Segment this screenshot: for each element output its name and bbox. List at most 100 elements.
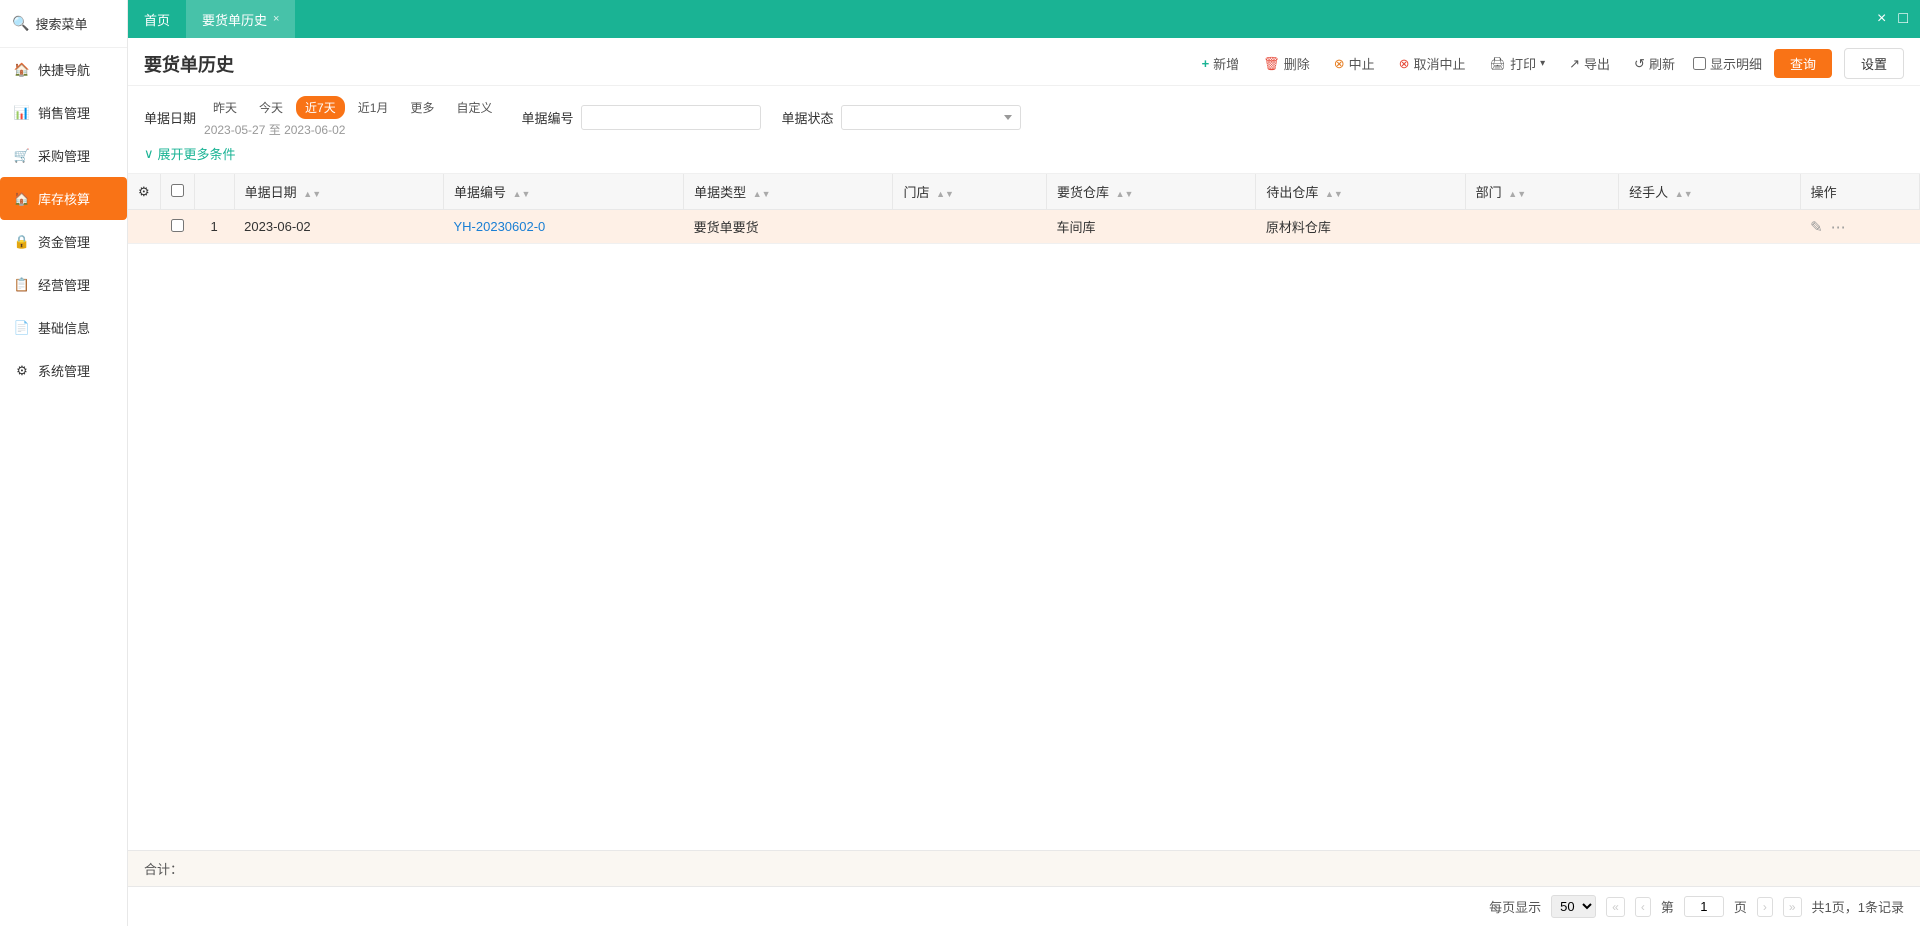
doc-no-link[interactable]: YH-20230602-0 (454, 219, 546, 234)
col-handler: 经手人 ▲▼ (1619, 174, 1800, 210)
sort-store-icon[interactable]: ▲▼ (936, 190, 954, 199)
sidebar-item-label: 快捷导航 (38, 60, 90, 79)
tab-home[interactable]: 首页 (128, 0, 186, 38)
expand-more-label: 展开更多条件 (158, 144, 236, 163)
col-doc-type: 单据类型 ▲▼ (684, 174, 893, 210)
date-range-display: 2023-05-27 至 2023-06-02 (204, 121, 501, 138)
row-doc-no[interactable]: YH-20230602-0 (444, 210, 684, 244)
col-date: 单据日期 ▲▼ (234, 174, 443, 210)
sort-dept-icon[interactable]: ▲▼ (1508, 190, 1526, 199)
sidebar-item-label: 采购管理 (38, 146, 90, 165)
maximize-icon[interactable]: □ (1898, 10, 1908, 28)
sort-doctype-icon[interactable]: ▲▼ (753, 190, 771, 199)
cancel-stop-button[interactable]: ⊗ 取消中止 (1393, 51, 1472, 76)
date-btn-yesterday[interactable]: 昨天 (204, 96, 246, 119)
total-label: 合计： (144, 859, 183, 878)
prev-page-btn[interactable]: ‹ (1635, 897, 1651, 917)
delete-icon: 🗑 (1263, 56, 1280, 72)
sidebar-item-label: 销售管理 (38, 103, 90, 122)
new-button[interactable]: + 新增 (1196, 51, 1246, 76)
table-footer: 合计： (128, 850, 1920, 886)
col-checkbox[interactable] (160, 174, 194, 210)
data-table: ⚙ 单据日期 ▲▼ 单据编号 ▲▼ (128, 174, 1920, 244)
date-btn-today[interactable]: 今天 (250, 96, 292, 119)
show-detail-toggle[interactable]: 显示明细 (1693, 54, 1762, 73)
sidebar-item-finance[interactable]: 🔒 资金管理 (0, 220, 127, 263)
table-row: 1 2023-06-02 YH-20230602-0 要货单要货 车间库 原材料… (128, 210, 1920, 244)
tab-requisition-history[interactable]: 要货单历史 × (186, 0, 295, 38)
tab-requisition-label: 要货单历史 (202, 10, 267, 29)
tab-bar: 首页 要货单历史 × × □ (128, 0, 1920, 38)
sidebar: 🔍 搜索菜单 🏠 快捷导航 📊 销售管理 🛒 采购管理 🏠 库存核算 🔒 资金管… (0, 0, 128, 926)
row-checkbox[interactable] (171, 219, 184, 232)
sort-date-icon[interactable]: ▲▼ (303, 190, 321, 199)
tab-bar-right: × □ (1877, 0, 1920, 38)
last-page-btn[interactable]: » (1783, 897, 1802, 917)
table-header-row: ⚙ 单据日期 ▲▼ 单据编号 ▲▼ (128, 174, 1920, 210)
col-settings[interactable]: ⚙ (128, 174, 160, 210)
doc-no-input[interactable] (581, 105, 761, 130)
sort-reqwh-icon[interactable]: ▲▼ (1116, 190, 1134, 199)
sidebar-item-system[interactable]: ⚙ 系统管理 (0, 349, 127, 392)
sidebar-item-basic[interactable]: 📄 基础信息 (0, 306, 127, 349)
col-dest-warehouse: 待出仓库 ▲▼ (1256, 174, 1465, 210)
row-edit-icon[interactable]: ✎ (1810, 218, 1823, 236)
tab-close-icon[interactable]: × (273, 13, 279, 25)
date-btn-group: 昨天 今天 近7天 近1月 更多 自定义 (204, 96, 501, 119)
date-btn-1month[interactable]: 近1月 (349, 96, 398, 119)
next-page-btn[interactable]: › (1757, 897, 1773, 917)
page-header: 要货单历史 + 新增 🗑 删除 ⊗ 中止 ⊗ 取消中止 (128, 38, 1920, 86)
col-department: 部门 ▲▼ (1465, 174, 1619, 210)
tab-home-label: 首页 (144, 10, 170, 29)
settings-col-icon: ⚙ (138, 184, 150, 199)
refresh-button[interactable]: ↺ 刷新 (1628, 51, 1681, 76)
first-page-btn[interactable]: « (1606, 897, 1625, 917)
status-select[interactable] (841, 105, 1021, 130)
date-btn-more[interactable]: 更多 (401, 96, 443, 119)
stop-button[interactable]: ⊗ 中止 (1328, 51, 1381, 76)
sort-destwh-icon[interactable]: ▲▼ (1325, 190, 1343, 199)
page-input[interactable] (1684, 896, 1724, 917)
sidebar-item-home[interactable]: 🏠 快捷导航 (0, 48, 127, 91)
sort-handler-icon[interactable]: ▲▼ (1675, 190, 1693, 199)
export-button[interactable]: ↗ 导出 (1563, 51, 1616, 76)
date-buttons: 昨天 今天 近7天 近1月 更多 自定义 2023-05-27 至 2023-0… (204, 96, 501, 138)
refresh-label: 刷新 (1649, 54, 1675, 73)
sort-docno-icon[interactable]: ▲▼ (513, 190, 531, 199)
sidebar-item-inventory[interactable]: 🏠 库存核算 (0, 177, 127, 220)
row-more-icon[interactable]: ⋯ (1831, 218, 1846, 236)
toolbar: + 新增 🗑 删除 ⊗ 中止 ⊗ 取消中止 🖨 打印 (1196, 48, 1904, 79)
print-label: 打印 (1510, 54, 1536, 73)
cancel-stop-label: 取消中止 (1414, 54, 1466, 73)
sidebar-search[interactable]: 🔍 搜索菜单 (0, 0, 127, 48)
show-detail-checkbox-input[interactable] (1693, 57, 1706, 70)
sidebar-item-label: 资金管理 (38, 232, 90, 251)
row-doc-type: 要货单要货 (684, 210, 893, 244)
date-btn-custom[interactable]: 自定义 (447, 96, 501, 119)
settings-button[interactable]: 设置 (1844, 48, 1904, 79)
status-label: 单据状态 (781, 108, 833, 127)
row-num: 1 (194, 210, 234, 244)
row-req-warehouse: 车间库 (1046, 210, 1255, 244)
delete-button[interactable]: 🗑 删除 (1257, 51, 1316, 76)
select-all-checkbox[interactable] (171, 184, 184, 197)
col-store: 门店 ▲▼ (893, 174, 1047, 210)
close-window-icon[interactable]: × (1877, 10, 1886, 28)
system-icon: ⚙ (14, 363, 30, 379)
sidebar-item-operation[interactable]: 📋 经营管理 (0, 263, 127, 306)
sales-icon: 📊 (14, 105, 30, 121)
basic-icon: 📄 (14, 320, 30, 336)
home-icon: 🏠 (14, 62, 30, 78)
sidebar-item-label: 库存核算 (38, 189, 90, 208)
sidebar-item-sales[interactable]: 📊 销售管理 (0, 91, 127, 134)
query-button[interactable]: 查询 (1774, 49, 1832, 78)
sidebar-item-purchase[interactable]: 🛒 采购管理 (0, 134, 127, 177)
per-page-select[interactable]: 50 (1551, 895, 1596, 918)
date-filter-label: 单据日期 (144, 108, 196, 127)
expand-more-btn[interactable]: ∨ 展开更多条件 (144, 144, 1904, 163)
row-checkbox-col[interactable] (160, 210, 194, 244)
inventory-icon: 🏠 (14, 191, 30, 207)
print-button[interactable]: 🖨 打印 ▾ (1484, 51, 1552, 76)
print-icon: 🖨 (1490, 56, 1507, 72)
date-btn-7days[interactable]: 近7天 (296, 96, 345, 119)
